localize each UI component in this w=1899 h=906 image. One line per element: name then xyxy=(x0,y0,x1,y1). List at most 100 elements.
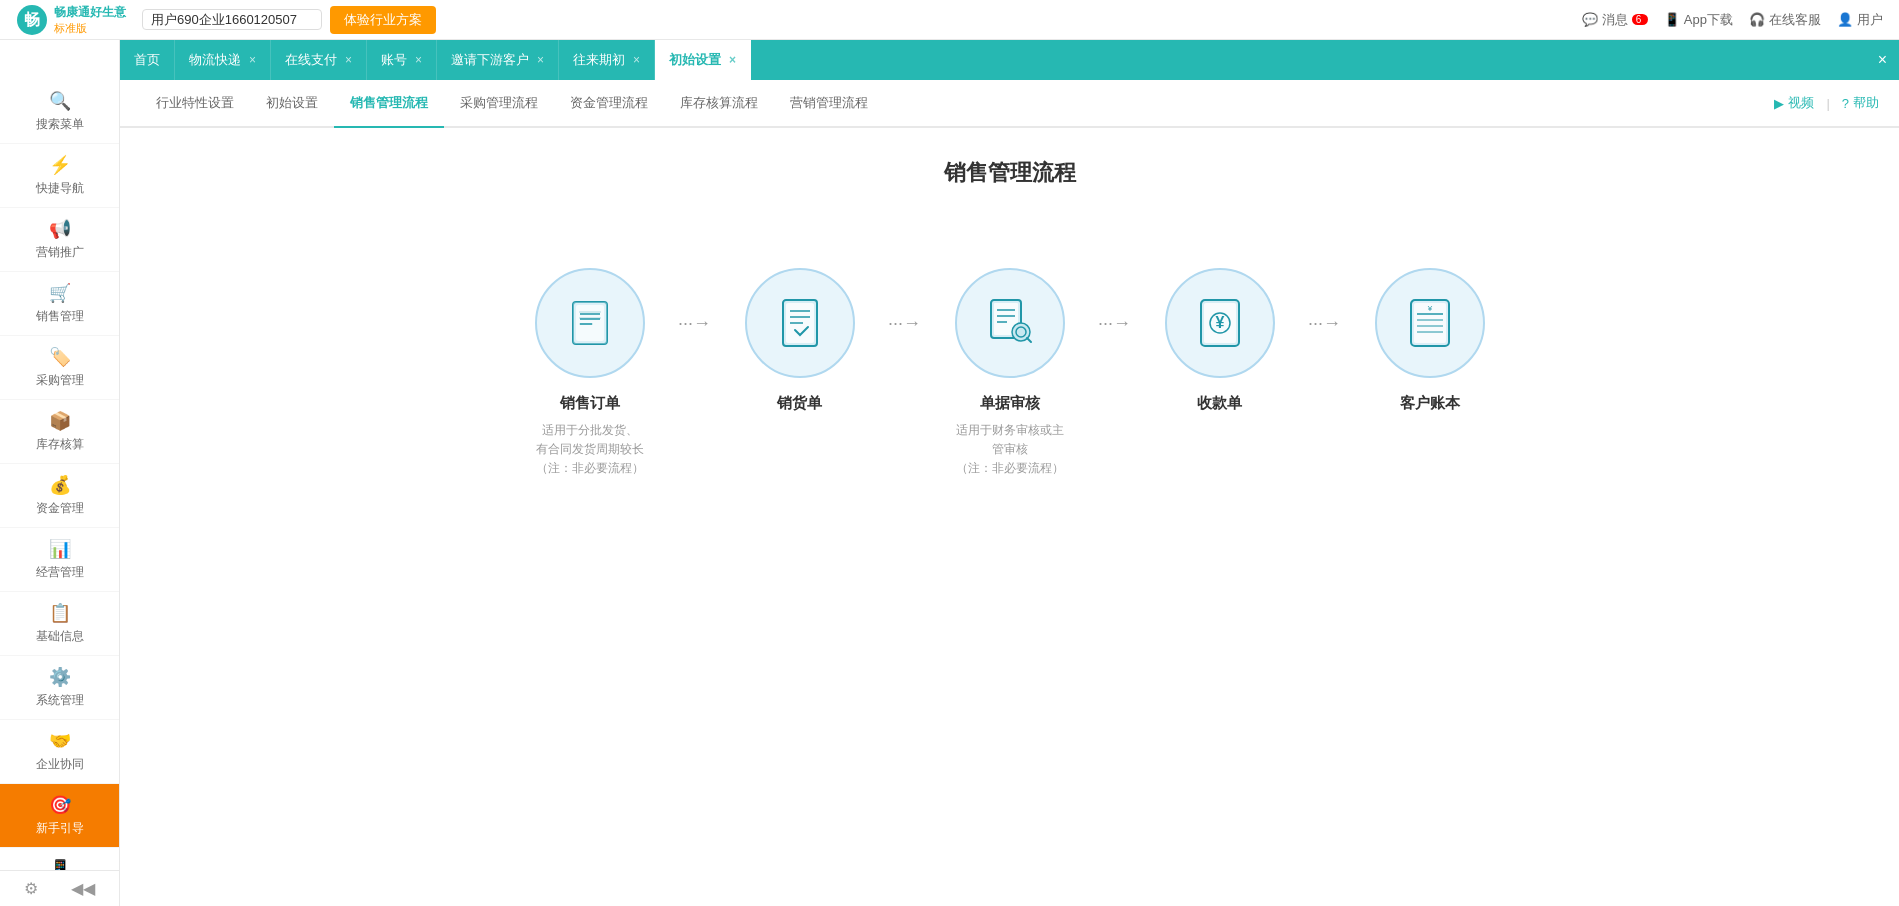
logo-icon: 畅 xyxy=(16,4,48,36)
sales-order-icon xyxy=(563,296,617,350)
sidebar-item-newbie[interactable]: 🎯 新手引导 xyxy=(0,784,119,848)
review-icon xyxy=(983,296,1037,350)
close-icon[interactable]: × xyxy=(249,53,256,67)
flow-step-invoice: 销货单 xyxy=(720,268,880,421)
sidebar-item-search[interactable]: 🔍 搜索菜单 xyxy=(0,80,119,144)
sub-tab-inventory-flow[interactable]: 库存核算流程 xyxy=(664,80,774,128)
nav-tab-label: 初始设置 xyxy=(669,51,721,69)
flow-step-receipt: ¥ 收款单 xyxy=(1140,268,1300,421)
invoice-icon xyxy=(773,296,827,350)
quick-icon: ⚡ xyxy=(49,154,71,176)
nav-tabs: 首页 物流快递 × 在线支付 × 账号 × 邀请下游客户 × 往来期初 × 初始… xyxy=(120,40,1899,80)
nav-tabs-close-all[interactable]: × xyxy=(1866,40,1899,80)
nav-tab-invite[interactable]: 邀请下游客户 × xyxy=(437,40,559,80)
flow-step-review: 单据审核 适用于财务审核或主管审核（注：非必要流程） xyxy=(930,268,1090,479)
help-link[interactable]: ? 帮助 xyxy=(1842,94,1879,112)
message-icon: 💬 xyxy=(1582,12,1598,27)
inventory-icon: 📦 xyxy=(49,410,71,432)
sidebar-item-finance[interactable]: 💰 资金管理 xyxy=(0,464,119,528)
flow-step-desc: 适用于财务审核或主管审核（注：非必要流程） xyxy=(956,421,1064,479)
flow-circle-invoice[interactable] xyxy=(745,268,855,378)
flow-circle-review[interactable] xyxy=(955,268,1065,378)
purchase-icon: 🏷️ xyxy=(49,346,71,368)
flow-step-account: ¥ 客户账本 xyxy=(1350,268,1510,421)
receipt-icon: ¥ xyxy=(1193,296,1247,350)
flow-circle-account[interactable]: ¥ xyxy=(1375,268,1485,378)
user-avatar-icon: 👤 xyxy=(1837,12,1853,27)
sidebar-item-label: 采购管理 xyxy=(36,372,84,389)
user-selector-wrapper[interactable]: 用户690企业1660120507 xyxy=(142,9,322,30)
user-menu-btn[interactable]: 👤 用户 xyxy=(1837,11,1883,29)
collapse-btn[interactable]: ◀◀ xyxy=(71,879,95,898)
coop-icon: 🤝 xyxy=(49,730,71,752)
sidebar-item-app-center[interactable]: 📱 应用中心 xyxy=(0,848,119,870)
sidebar-item-inventory[interactable]: 📦 库存核算 xyxy=(0,400,119,464)
headset-icon: 🎧 xyxy=(1749,12,1765,27)
nav-tab-period[interactable]: 往来期初 × xyxy=(559,40,655,80)
sidebar-item-system[interactable]: ⚙️ 系统管理 xyxy=(0,656,119,720)
flow-circle-receipt[interactable]: ¥ xyxy=(1165,268,1275,378)
flow-arrow-4: ···→ xyxy=(1300,268,1350,334)
help-icon: ? xyxy=(1842,96,1849,111)
nav-tab-home[interactable]: 首页 xyxy=(120,40,175,80)
message-btn[interactable]: 💬 消息 6 xyxy=(1582,11,1648,29)
sidebar-item-sales[interactable]: 🛒 销售管理 xyxy=(0,272,119,336)
sidebar-item-purchase[interactable]: 🏷️ 采购管理 xyxy=(0,336,119,400)
video-link[interactable]: ▶ 视频 xyxy=(1774,94,1814,112)
page-body: 销售管理流程 销售 xyxy=(120,128,1899,529)
flow-arrow-3: ···→ xyxy=(1090,268,1140,334)
sidebar-item-marketing[interactable]: 📢 营销推广 xyxy=(0,208,119,272)
sidebar-item-operation[interactable]: 📊 经营管理 xyxy=(0,528,119,592)
close-icon[interactable]: × xyxy=(729,53,736,67)
sub-tab-sales-flow[interactable]: 销售管理流程 xyxy=(334,80,444,128)
flow-step-title: 收款单 xyxy=(1197,394,1242,413)
nav-tab-logistics[interactable]: 物流快递 × xyxy=(175,40,271,80)
flow-circle-sales-order[interactable] xyxy=(535,268,645,378)
flow-step-title: 销货单 xyxy=(777,394,822,413)
online-service-btn[interactable]: 🎧 在线客服 xyxy=(1749,11,1821,29)
nav-tab-init[interactable]: 初始设置 × xyxy=(655,40,751,80)
sales-icon: 🛒 xyxy=(49,282,71,304)
top-bar-right: 💬 消息 6 📱 App下载 🎧 在线客服 👤 用户 xyxy=(1582,11,1883,29)
app-icon: 📱 xyxy=(1664,12,1680,27)
sub-tab-industry[interactable]: 行业特性设置 xyxy=(140,80,250,128)
app-center-icon: 📱 xyxy=(49,858,71,870)
close-icon[interactable]: × xyxy=(415,53,422,67)
sidebar-item-quick[interactable]: ⚡ 快捷导航 xyxy=(0,144,119,208)
sidebar-item-basic[interactable]: 📋 基础信息 xyxy=(0,592,119,656)
sidebar-item-label: 营销推广 xyxy=(36,244,84,261)
sidebar-item-label: 资金管理 xyxy=(36,500,84,517)
nav-tab-label: 物流快递 xyxy=(189,51,241,69)
operation-icon: 📊 xyxy=(49,538,71,560)
settings-btn[interactable]: ⚙ xyxy=(24,879,38,898)
sidebar-item-label: 企业协同 xyxy=(36,756,84,773)
flow-step-sales-order: 销售订单 适用于分批发货、有合同发货周期较长（注：非必要流程） xyxy=(510,268,670,479)
nav-tab-account[interactable]: 账号 × xyxy=(367,40,437,80)
flow-arrow-2: ···→ xyxy=(880,268,930,334)
sub-tab-finance-flow[interactable]: 资金管理流程 xyxy=(554,80,664,128)
nav-tab-payment[interactable]: 在线支付 × xyxy=(271,40,367,80)
sub-tab-marketing-flow[interactable]: 营销管理流程 xyxy=(774,80,884,128)
search-icon: 🔍 xyxy=(49,90,71,112)
sidebar-item-enterprise-coop[interactable]: 🤝 企业协同 xyxy=(0,720,119,784)
close-icon[interactable]: × xyxy=(345,53,352,67)
account-icon: ¥ xyxy=(1403,296,1457,350)
trial-btn[interactable]: 体验行业方案 xyxy=(330,6,436,34)
sidebar-item-label: 新手引导 xyxy=(36,820,84,837)
sub-tab-purchase-flow[interactable]: 采购管理流程 xyxy=(444,80,554,128)
top-bar-left: 畅 畅康通好生意 标准版 用户690企业1660120507 体验行业方案 xyxy=(16,4,436,36)
app-download-btn[interactable]: 📱 App下载 xyxy=(1664,11,1733,29)
sub-tab-init[interactable]: 初始设置 xyxy=(250,80,334,128)
nav-tab-label: 往来期初 xyxy=(573,51,625,69)
system-icon: ⚙️ xyxy=(49,666,71,688)
close-icon[interactable]: × xyxy=(537,53,544,67)
logo-area: 畅 畅康通好生意 标准版 xyxy=(16,4,126,36)
message-badge: 6 xyxy=(1632,14,1648,25)
close-icon[interactable]: × xyxy=(633,53,640,67)
top-bar: 畅 畅康通好生意 标准版 用户690企业1660120507 体验行业方案 💬 … xyxy=(0,0,1899,40)
sidebar-bottom: ⚙ ◀◀ xyxy=(0,870,119,906)
flow-step-desc: 适用于分批发货、有合同发货周期较长（注：非必要流程） xyxy=(536,421,644,479)
user-selector[interactable]: 用户690企业1660120507 xyxy=(142,9,322,30)
flow-arrow-1: ···→ xyxy=(670,268,720,334)
svg-line-25 xyxy=(1027,338,1031,342)
